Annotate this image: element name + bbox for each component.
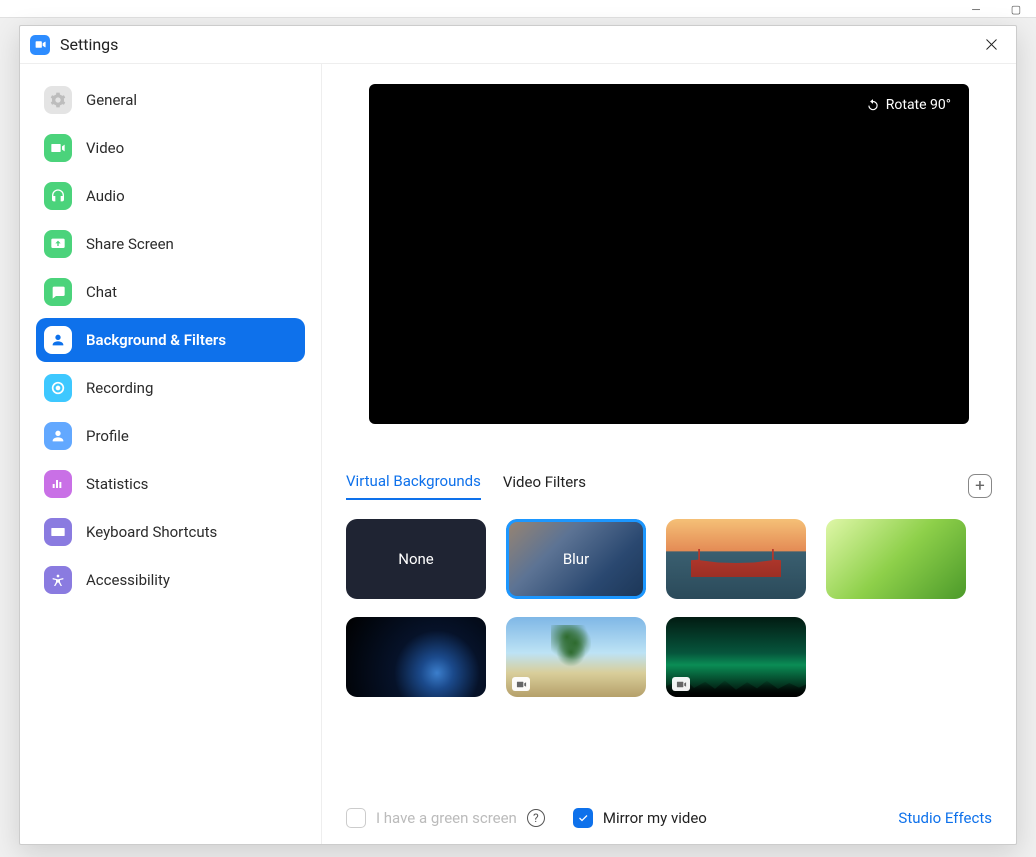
settings-title: Settings [60,35,118,54]
person-background-icon [44,326,72,354]
sidebar-item-label: Video [86,139,124,157]
check-icon [577,812,589,824]
sidebar-item-label: General [86,91,137,109]
sidebar-item-statistics[interactable]: Statistics [36,462,305,506]
background-grid: None Blur [346,519,992,697]
sidebar-item-label: Chat [86,283,117,301]
close-icon [984,37,999,52]
sidebar-item-keyboard-shortcuts[interactable]: Keyboard Shortcuts [36,510,305,554]
green-screen-help-icon[interactable]: ? [527,809,545,827]
tab-video-filters[interactable]: Video Filters [503,473,586,499]
background-beach[interactable] [506,617,646,697]
background-none[interactable]: None [346,519,486,599]
sidebar-item-label: Keyboard Shortcuts [86,523,217,541]
sidebar-item-chat[interactable]: Chat [36,270,305,314]
sidebar-item-profile[interactable]: Profile [36,414,305,458]
settings-sidebar: General Video Audio Share Screen [20,64,322,844]
sidebar-item-audio[interactable]: Audio [36,174,305,218]
green-screen-option[interactable]: I have a green screen [346,808,517,828]
footer-row: I have a green screen ? Mirror my video … [346,798,992,828]
close-button[interactable] [976,30,1006,60]
background-tabs: Virtual Backgrounds Video Filters + [346,472,992,501]
sidebar-item-video[interactable]: Video [36,126,305,170]
headphones-icon [44,182,72,210]
background-blur-label: Blur [563,550,589,568]
mirror-option[interactable]: Mirror my video [573,808,707,828]
sidebar-item-share-screen[interactable]: Share Screen [36,222,305,266]
record-icon [44,374,72,402]
sidebar-item-label: Recording [86,379,153,397]
outer-maximize-button[interactable]: ▢ [996,0,1036,18]
camera-icon [44,134,72,162]
add-background-button[interactable]: + [968,474,992,498]
sidebar-item-label: Background & Filters [86,331,226,349]
background-aurora[interactable] [666,617,806,697]
background-golden-gate[interactable] [666,519,806,599]
share-screen-icon [44,230,72,258]
titlebar: Settings [20,26,1016,64]
zoom-logo-icon [30,35,50,55]
video-indicator-icon [672,677,690,691]
background-grass[interactable] [826,519,966,599]
background-none-label: None [398,550,434,568]
video-indicator-icon [512,677,530,691]
outer-minimize-button[interactable]: ─ [956,0,996,18]
sidebar-item-label: Share Screen [86,235,174,253]
background-earth[interactable] [346,617,486,697]
gear-icon [44,86,72,114]
outer-window-chrome: ─ ▢ [0,0,1036,18]
settings-window: Settings General Video [19,25,1017,845]
mirror-checkbox[interactable] [573,808,593,828]
profile-icon [44,422,72,450]
studio-effects-link[interactable]: Studio Effects [898,809,992,827]
green-screen-checkbox[interactable] [346,808,366,828]
accessibility-icon [44,566,72,594]
sidebar-item-recording[interactable]: Recording [36,366,305,410]
mirror-label: Mirror my video [603,809,707,827]
rotate-90-button[interactable]: Rotate 90° [856,92,961,118]
background-blur[interactable]: Blur [506,519,646,599]
sidebar-item-label: Statistics [86,475,148,493]
sidebar-item-label: Profile [86,427,129,445]
green-screen-label: I have a green screen [376,809,517,827]
sidebar-item-general[interactable]: General [36,78,305,122]
sidebar-item-label: Audio [86,187,125,205]
sidebar-item-accessibility[interactable]: Accessibility [36,558,305,602]
content-panel: Rotate 90° Virtual Backgrounds Video Fil… [322,64,1016,844]
rotate-ccw-icon [866,98,880,112]
rotate-label: Rotate 90° [886,97,951,113]
plus-icon: + [975,478,985,495]
sidebar-item-background-filters[interactable]: Background & Filters [36,318,305,362]
sidebar-item-label: Accessibility [86,571,170,589]
keyboard-icon [44,518,72,546]
statistics-icon [44,470,72,498]
chat-icon [44,278,72,306]
video-preview: Rotate 90° [369,84,969,424]
tab-virtual-backgrounds[interactable]: Virtual Backgrounds [346,472,481,500]
